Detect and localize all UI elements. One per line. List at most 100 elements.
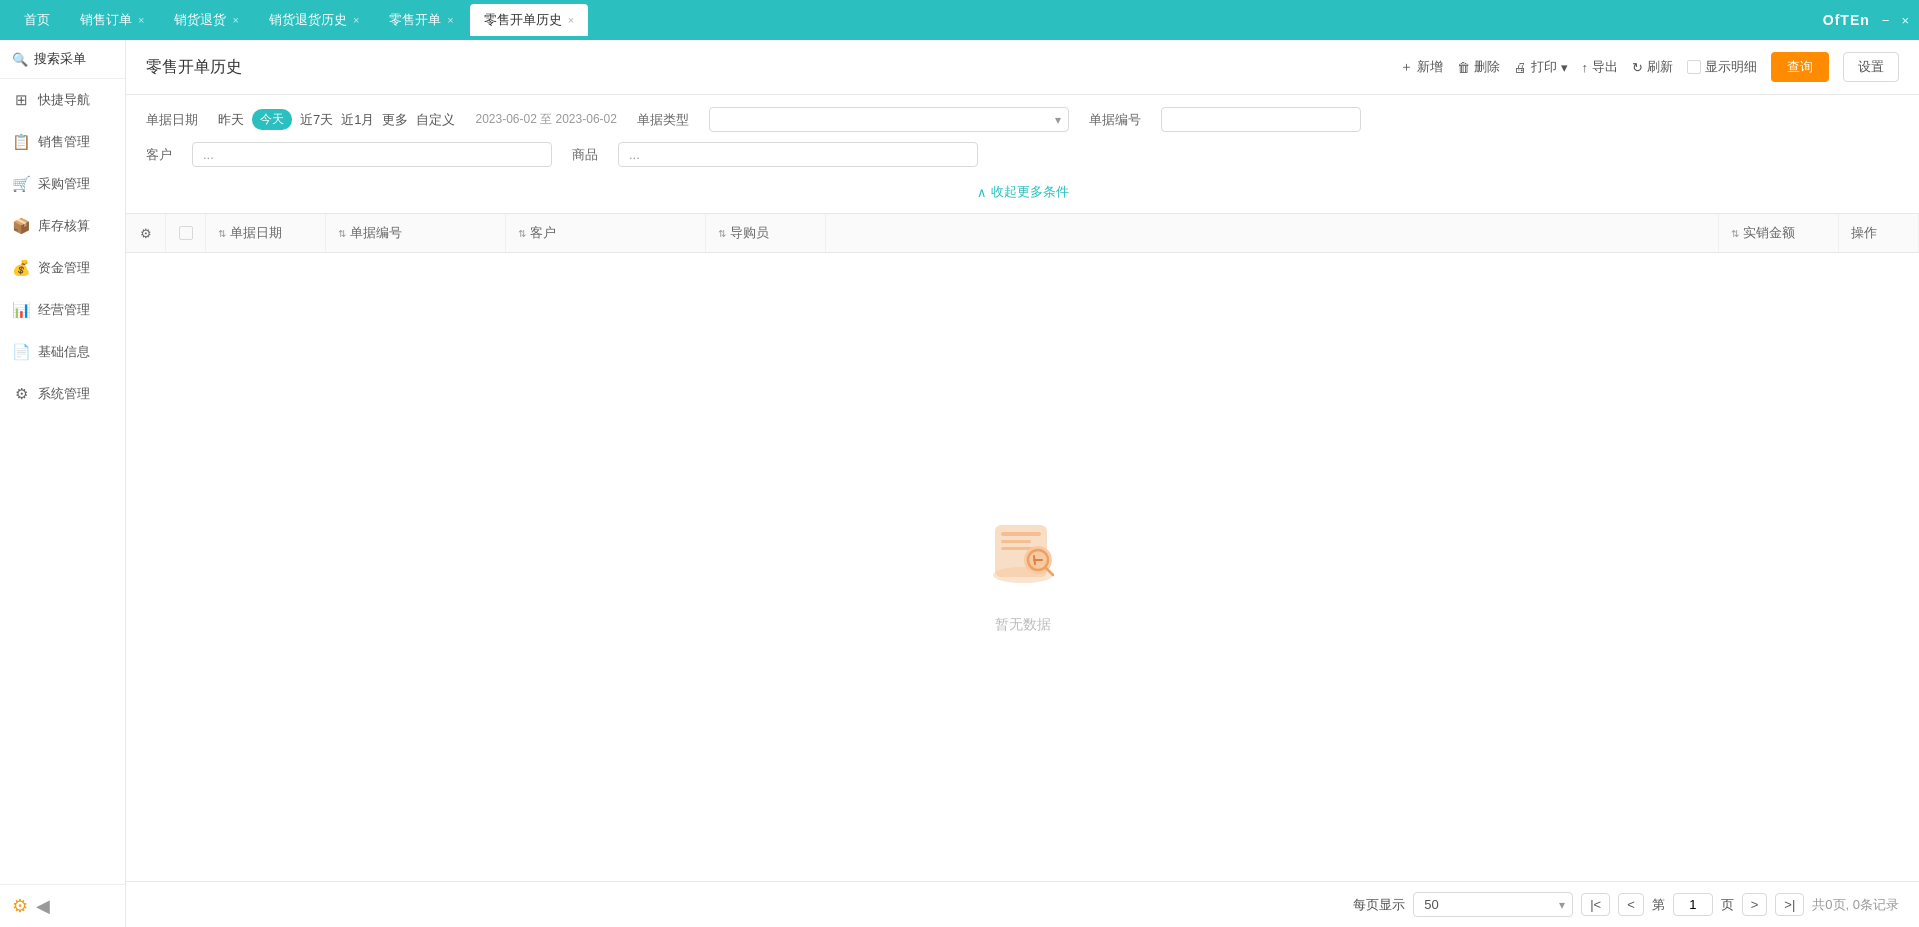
page-input[interactable] — [1673, 893, 1713, 916]
sidebar-collapse-icon[interactable]: ◀ — [36, 895, 50, 917]
customer-label: 客户 — [146, 146, 172, 164]
th-guide-sort[interactable]: ⇅ — [718, 228, 726, 239]
search-label: 搜索采单 — [34, 50, 86, 68]
refresh-label: 刷新 — [1647, 58, 1673, 76]
th-amount: ⇅ 实销金额 — [1719, 214, 1839, 252]
sidebar-item-basic-info-label: 基础信息 — [38, 343, 90, 361]
page-total: 共0页, 0条记录 — [1812, 896, 1899, 914]
sidebar-item-operations-label: 经营管理 — [38, 301, 90, 319]
print-button[interactable]: 🖨 打印 ▾ — [1514, 58, 1568, 76]
export-button[interactable]: ↑ 导出 — [1582, 58, 1619, 76]
sidebar-item-finance[interactable]: 💰 资金管理 — [0, 247, 125, 289]
sidebar-item-purchase-mgmt-label: 采购管理 — [38, 175, 90, 193]
date-more[interactable]: 更多 — [382, 111, 408, 129]
tab-retail-open-close[interactable]: × — [447, 14, 453, 26]
customer-input[interactable]: ... — [192, 142, 552, 167]
th-customer: ⇅ 客户 — [506, 214, 706, 252]
th-date: ⇅ 单据日期 — [206, 214, 326, 252]
finance-icon: 💰 — [12, 259, 30, 277]
th-checkbox[interactable] — [166, 214, 206, 252]
th-customer-sort[interactable]: ⇅ — [518, 228, 526, 239]
product-label: 商品 — [572, 146, 598, 164]
tab-sales-order[interactable]: 销售订单 × — [66, 4, 158, 36]
table-header: ⚙ ⇅ 单据日期 ⇅ 单据编号 ⇅ 客户 ⇅ 导购员 — [126, 214, 1919, 253]
sales-mgmt-icon: 📋 — [12, 133, 30, 151]
th-action: 操作 — [1839, 214, 1919, 252]
settings-button[interactable]: 设置 — [1843, 52, 1899, 82]
sidebar-item-sys-mgmt[interactable]: ⚙ 系统管理 — [0, 373, 125, 415]
query-button[interactable]: 查询 — [1771, 52, 1829, 82]
tab-bar: 首页 销售订单 × 销货退货 × 销货退货历史 × 零售开单 × 零售开单历史 … — [10, 4, 1823, 36]
per-page-select-wrapper: 50 100 200 ▾ — [1413, 892, 1573, 917]
empty-text: 暂无数据 — [995, 616, 1051, 634]
per-page-select[interactable]: 50 100 200 — [1413, 892, 1573, 917]
display-col-label: 显示明细 — [1705, 58, 1757, 76]
sidebar-item-quick-nav[interactable]: ⊞ 快捷导航 — [0, 79, 125, 121]
prev-page-btn[interactable]: < — [1618, 893, 1644, 916]
tab-sales-return-history-close[interactable]: × — [353, 14, 359, 26]
order-type-select[interactable] — [709, 107, 1069, 132]
quick-nav-icon: ⊞ — [12, 91, 30, 109]
th-settings[interactable]: ⚙ — [126, 214, 166, 252]
date-1month[interactable]: 近1月 — [341, 111, 374, 129]
th-date-sort[interactable]: ⇅ — [218, 228, 226, 239]
date-options: 昨天 今天 近7天 近1月 更多 自定义 — [218, 109, 455, 130]
th-action-label: 操作 — [1851, 224, 1877, 242]
date-yesterday[interactable]: 昨天 — [218, 111, 244, 129]
refresh-button[interactable]: ↻ 刷新 — [1632, 58, 1673, 76]
export-icon: ↑ — [1582, 60, 1589, 75]
tab-retail-open-history[interactable]: 零售开单历史 × — [470, 4, 588, 36]
order-num-input[interactable] — [1161, 107, 1361, 132]
minimize-btn[interactable]: − — [1882, 13, 1890, 28]
print-arrow-icon: ▾ — [1561, 60, 1568, 75]
sidebar-item-sales-mgmt[interactable]: 📋 销售管理 — [0, 121, 125, 163]
date-custom[interactable]: 自定义 — [416, 111, 455, 129]
collapse-label: 收起更多条件 — [991, 183, 1069, 201]
sidebar-item-inventory[interactable]: 📦 库存核算 — [0, 205, 125, 247]
tab-sales-return[interactable]: 销货退货 × — [160, 4, 252, 36]
display-col-toggle[interactable]: 显示明细 — [1687, 58, 1757, 76]
sidebar-item-basic-info[interactable]: 📄 基础信息 — [0, 331, 125, 373]
display-col-checkbox[interactable] — [1687, 60, 1701, 74]
date-7days[interactable]: 近7天 — [300, 111, 333, 129]
toolbar: ＋ 新增 🗑 删除 🖨 打印 ▾ ↑ 导出 ↻ 刷新 — [1400, 52, 1900, 82]
tab-sales-return-history[interactable]: 销货退货历史 × — [255, 4, 373, 36]
tab-sales-order-close[interactable]: × — [138, 14, 144, 26]
add-label: 新增 — [1417, 58, 1443, 76]
add-button[interactable]: ＋ 新增 — [1400, 58, 1443, 76]
order-type-label: 单据类型 — [637, 111, 689, 129]
sidebar-item-purchase-mgmt[interactable]: 🛒 采购管理 — [0, 163, 125, 205]
th-guide-label: 导购员 — [730, 224, 769, 242]
th-amount-sort[interactable]: ⇅ — [1731, 228, 1739, 239]
tab-home[interactable]: 首页 — [10, 4, 64, 36]
sidebar-item-operations[interactable]: 📊 经营管理 — [0, 289, 125, 331]
close-btn[interactable]: × — [1901, 13, 1909, 28]
product-dots: ... — [629, 147, 640, 162]
refresh-icon: ↻ — [1632, 60, 1643, 75]
tab-retail-open-history-close[interactable]: × — [568, 14, 574, 26]
sidebar-bottom: ⚙ ◀ — [0, 884, 125, 927]
th-num-sort[interactable]: ⇅ — [338, 228, 346, 239]
th-num-label: 单据编号 — [350, 224, 402, 242]
operations-icon: 📊 — [12, 301, 30, 319]
add-icon: ＋ — [1400, 58, 1413, 76]
header-checkbox[interactable] — [179, 226, 193, 240]
pagination: 每页显示 50 100 200 ▾ |< < 第 页 > >| 共0页, 0条记… — [126, 881, 1919, 927]
last-page-btn[interactable]: >| — [1775, 893, 1804, 916]
filter-collapse-btn[interactable]: ∧ 收起更多条件 — [146, 177, 1899, 201]
sidebar-gear-icon[interactable]: ⚙ — [12, 895, 28, 917]
first-page-btn[interactable]: |< — [1581, 893, 1610, 916]
tab-retail-open[interactable]: 零售开单 × — [375, 4, 467, 36]
date-today[interactable]: 今天 — [252, 109, 292, 130]
purchase-mgmt-icon: 🛒 — [12, 175, 30, 193]
product-input[interactable]: ... — [618, 142, 978, 167]
delete-label: 删除 — [1474, 58, 1500, 76]
next-page-btn[interactable]: > — [1742, 893, 1768, 916]
basic-info-icon: 📄 — [12, 343, 30, 361]
tab-sales-return-close[interactable]: × — [232, 14, 238, 26]
main-layout: 🔍 搜索采单 ⊞ 快捷导航 📋 销售管理 🛒 采购管理 📦 库存核算 💰 资金管… — [0, 40, 1919, 927]
filter-area: 单据日期 昨天 今天 近7天 近1月 更多 自定义 2023-06-02 至 2… — [126, 95, 1919, 214]
delete-button[interactable]: 🗑 删除 — [1457, 58, 1500, 76]
sidebar-search[interactable]: 🔍 搜索采单 — [0, 40, 125, 79]
filter-row-1: 单据日期 昨天 今天 近7天 近1月 更多 自定义 2023-06-02 至 2… — [146, 107, 1899, 132]
